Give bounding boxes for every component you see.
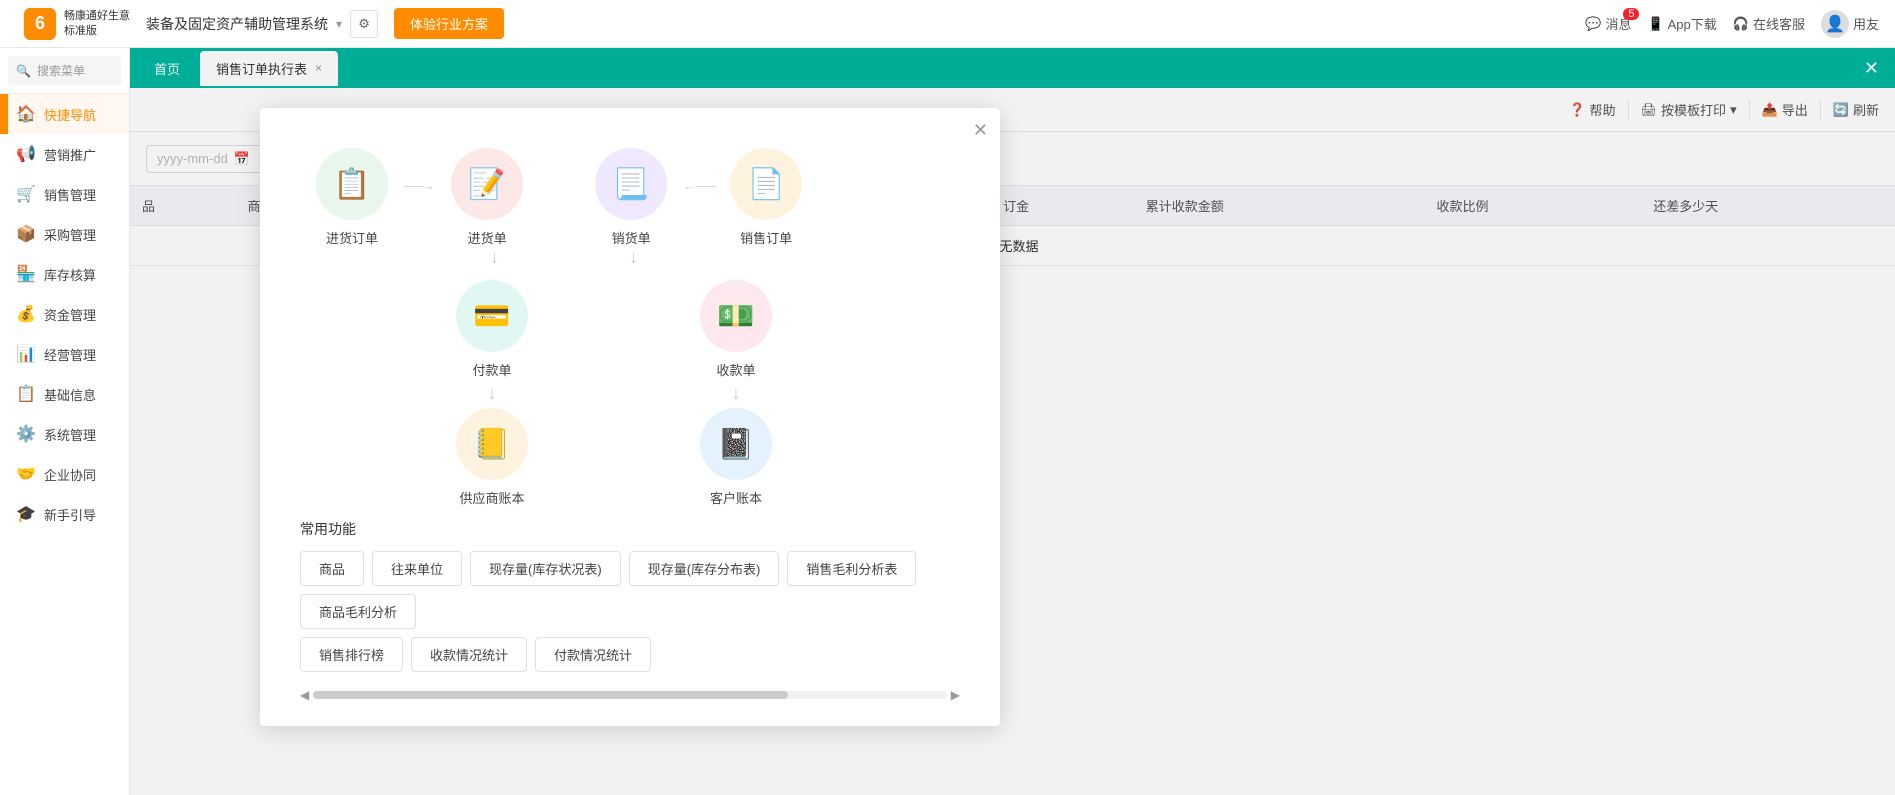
supplier-ledger-circle: 📒 xyxy=(456,408,528,480)
sales-bill-circle: 📃 xyxy=(595,148,667,220)
scroll-container: ◀ ▶ xyxy=(300,688,960,702)
sidebar: 🔍 搜索菜单 🏠 快捷导航 📢 营销推广 🛒 销售管理 📦 采购管理 xyxy=(0,48,130,795)
message-button[interactable]: 💬 消息 5 xyxy=(1585,14,1631,33)
newbie-icon: 🎓 xyxy=(16,504,36,524)
func-btn-product[interactable]: 商品 xyxy=(300,551,364,586)
cooperation-icon: 🤝 xyxy=(16,464,36,484)
purchase-order-node[interactable]: 📋 进货订单 xyxy=(316,148,388,247)
sales-order-label: 销售订单 xyxy=(740,228,792,247)
sidebar-item-business[interactable]: 📊 经营管理 xyxy=(0,334,129,374)
service-icon: 🎧 xyxy=(1733,16,1749,32)
common-func-title: 常用功能 xyxy=(300,519,960,539)
receipt-node[interactable]: 💵 收款单 xyxy=(700,280,772,379)
business-icon: 📊 xyxy=(16,344,36,364)
customer-ledger-label: 客户账本 xyxy=(710,488,762,507)
func-btn-product-margin[interactable]: 商品毛利分析 xyxy=(300,594,416,629)
logo-area: 6 畅康通好生意 标准版 xyxy=(16,8,146,40)
logo-icon: 6 xyxy=(24,8,56,40)
purchase-icon: 📦 xyxy=(16,224,36,244)
scroll-left-arrow[interactable]: ◀ xyxy=(300,688,309,702)
receipt-circle: 💵 xyxy=(700,280,772,352)
sales-icon: 🛒 xyxy=(16,184,36,204)
payment-label: 付款单 xyxy=(472,360,511,379)
sidebar-item-system[interactable]: ⚙️ 系统管理 xyxy=(0,414,129,454)
customer-ledger-node[interactable]: 📓 客户账本 xyxy=(700,408,772,507)
supplier-ledger-node[interactable]: 📒 供应商账本 xyxy=(456,408,528,507)
system-name: 装备及固定资产辅助管理系统 xyxy=(146,14,328,34)
popup-modal: ✕ 📋 进货订单 xyxy=(260,108,1000,726)
app-icon: 📱 xyxy=(1647,16,1663,32)
payment-node[interactable]: 💳 付款单 xyxy=(456,280,528,379)
sidebar-search: 🔍 搜索菜单 xyxy=(0,48,129,94)
purchase-bill-circle: 📝 xyxy=(451,148,523,220)
finance-icon: 💰 xyxy=(16,304,36,324)
message-badge: 5 xyxy=(1623,8,1639,20)
sidebar-item-newbie[interactable]: 🎓 新手引导 xyxy=(0,494,129,534)
purchase-bill-node[interactable]: 📝 进货单 xyxy=(451,148,523,247)
app-container: 6 畅康通好生意 标准版 装备及固定资产辅助管理系统 ▾ ⚙ 体验行业方案 💬 … xyxy=(0,0,1895,795)
scroll-right-arrow[interactable]: ▶ xyxy=(951,688,960,702)
sidebar-item-basic[interactable]: 📋 基础信息 xyxy=(0,374,129,414)
top-bar: 6 畅康通好生意 标准版 装备及固定资产辅助管理系统 ▾ ⚙ 体验行业方案 💬 … xyxy=(0,0,1895,48)
popup-overlay: ✕ 📋 进货订单 xyxy=(130,48,1895,795)
avatar: 👤 xyxy=(1821,10,1849,38)
sidebar-item-sales[interactable]: 🛒 销售管理 xyxy=(0,174,129,214)
sales-order-circle: 📄 xyxy=(730,148,802,220)
search-button[interactable]: 🔍 搜索菜单 xyxy=(8,56,121,85)
search-icon: 🔍 xyxy=(16,64,31,78)
trial-button[interactable]: 体验行业方案 xyxy=(394,8,504,39)
logo-text: 畅康通好生意 标准版 xyxy=(64,9,130,38)
func-btn-payment-stat[interactable]: 付款情况统计 xyxy=(535,637,651,672)
scrollbar-thumb[interactable] xyxy=(313,691,788,699)
purchase-bill-label: 进货单 xyxy=(468,228,507,247)
popup-close-button[interactable]: ✕ xyxy=(973,120,988,141)
sidebar-item-finance[interactable]: 💰 资金管理 xyxy=(0,294,129,334)
sales-bill-label: 销货单 xyxy=(612,228,651,247)
online-service-button[interactable]: 🎧 在线客服 xyxy=(1733,14,1805,33)
quick-nav-icon: 🏠 xyxy=(16,104,36,124)
user-button[interactable]: 👤 用友 xyxy=(1821,10,1879,38)
system-icon: ⚙️ xyxy=(16,424,36,444)
sidebar-item-inventory[interactable]: 🏪 库存核算 xyxy=(0,254,129,294)
top-bar-right: 💬 消息 5 📱 App下载 🎧 在线客服 👤 用友 xyxy=(1585,10,1879,38)
sidebar-item-cooperation[interactable]: 🤝 企业协同 xyxy=(0,454,129,494)
func-btn-counterparty[interactable]: 往来单位 xyxy=(372,551,462,586)
scrollbar-track[interactable] xyxy=(313,691,947,699)
main-area: 🔍 搜索菜单 🏠 快捷导航 📢 营销推广 🛒 销售管理 📦 采购管理 xyxy=(0,48,1895,795)
purchase-order-circle: 📋 xyxy=(316,148,388,220)
app-download-button[interactable]: 📱 App下载 xyxy=(1647,14,1716,33)
sidebar-item-quick-nav[interactable]: 🏠 快捷导航 xyxy=(0,94,129,134)
message-icon: 💬 xyxy=(1585,16,1601,32)
func-btn-sales-margin[interactable]: 销售毛利分析表 xyxy=(787,551,916,586)
sales-order-node[interactable]: 📄 销售订单 xyxy=(730,148,802,247)
func-btn-receipt-stat[interactable]: 收款情况统计 xyxy=(411,637,527,672)
settings-button[interactable]: ⚙ xyxy=(350,10,378,38)
supplier-ledger-label: 供应商账本 xyxy=(459,488,524,507)
chevron-down-icon[interactable]: ▾ xyxy=(336,17,342,31)
system-title: 装备及固定资产辅助管理系统 ▾ ⚙ 体验行业方案 xyxy=(146,8,1585,39)
content-area: 首页 销售订单执行表 × ✕ ❓ 帮助 🖨 按模板打印 ▾ xyxy=(130,48,1895,795)
marketing-icon: 📢 xyxy=(16,144,36,164)
inventory-icon: 🏪 xyxy=(16,264,36,284)
payment-circle: 💳 xyxy=(456,280,528,352)
sidebar-item-marketing[interactable]: 📢 营销推广 xyxy=(0,134,129,174)
receipt-label: 收款单 xyxy=(716,360,755,379)
func-btn-sales-rank[interactable]: 销售排行榜 xyxy=(300,637,403,672)
func-btn-stock-dist[interactable]: 现存量(库存分布表) xyxy=(629,551,780,586)
customer-ledger-circle: 📓 xyxy=(700,408,772,480)
sidebar-item-purchase[interactable]: 📦 采购管理 xyxy=(0,214,129,254)
sales-bill-node[interactable]: 📃 销货单 xyxy=(595,148,667,247)
basic-icon: 📋 xyxy=(16,384,36,404)
purchase-order-label: 进货订单 xyxy=(326,228,378,247)
common-functions: 常用功能 商品 往来单位 现存量(库存状况表) 现存量(库存分布表) 销售毛利分… xyxy=(300,519,960,672)
func-btn-stock-status[interactable]: 现存量(库存状况表) xyxy=(470,551,621,586)
func-buttons-row2: 销售排行榜 收款情况统计 付款情况统计 xyxy=(300,637,960,672)
func-buttons: 商品 往来单位 现存量(库存状况表) 现存量(库存分布表) 销售毛利分析表 商品… xyxy=(300,551,960,629)
